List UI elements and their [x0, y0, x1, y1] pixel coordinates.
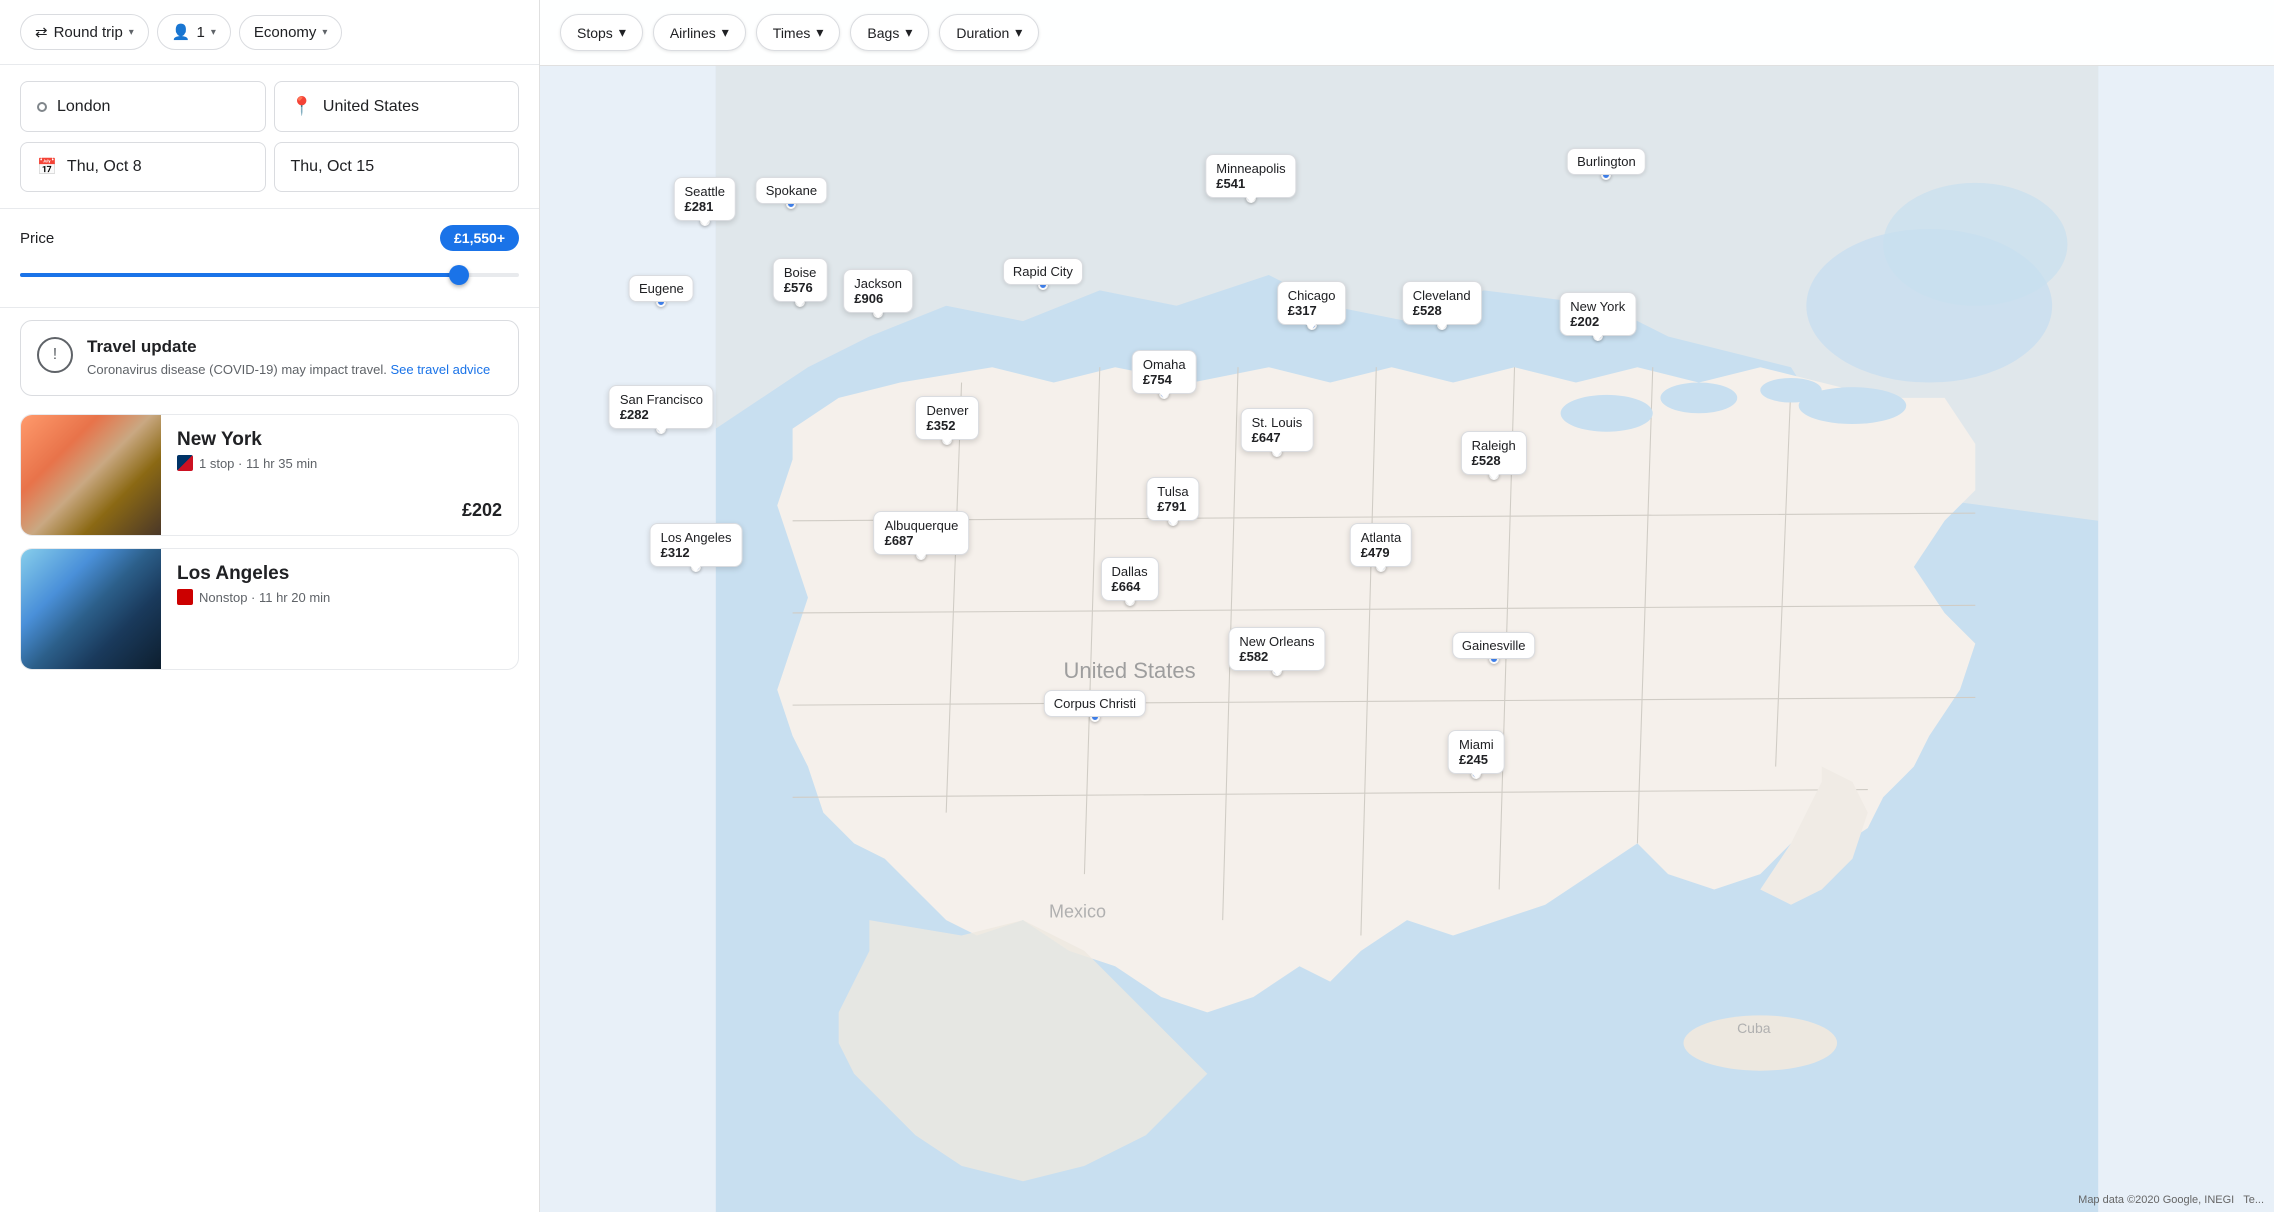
info-icon: ! [37, 337, 73, 373]
price-header: Price £1,550+ [20, 225, 519, 251]
flight-details-los-angeles: Nonstop · 11 hr 20 min [177, 589, 502, 605]
flight-city-new-york: New York [177, 429, 502, 451]
slider-thumb[interactable] [449, 265, 469, 285]
price-pin-miami[interactable]: Miami£245 [1448, 730, 1505, 774]
class-label: Economy [254, 24, 317, 41]
flight-card-los-angeles[interactable]: Los Angeles Nonstop · 11 hr 20 min [20, 548, 519, 670]
class-button[interactable]: Economy ▾ [239, 15, 343, 50]
city-label-corpus-christi[interactable]: Corpus Christi [1044, 690, 1146, 717]
city-label-burlington[interactable]: Burlington [1567, 148, 1646, 175]
city-label-spokane[interactable]: Spokane [756, 177, 827, 204]
passengers-chevron-icon: ▾ [211, 27, 216, 38]
filter-duration[interactable]: Duration ▾ [939, 14, 1039, 51]
map-background[interactable]: Seattle£281 Spokane Eugene Boise£576 Jackson… [540, 60, 2274, 1212]
roundtrip-chevron-icon: ▾ [129, 27, 134, 38]
map-panel: Stops ▾ Airlines ▾ Times ▾ Bags ▾ Durati… [540, 0, 2274, 1212]
delta-airline-icon [177, 455, 193, 471]
price-pin-new-york[interactable]: New York£202 [1559, 292, 1636, 336]
bags-chevron-icon: ▾ [905, 24, 912, 41]
price-pin-new-orleans[interactable]: New Orleans£582 [1228, 627, 1325, 671]
flight-city-los-angeles: Los Angeles [177, 563, 502, 585]
passengers-button[interactable]: 👤 1 ▾ [157, 14, 231, 50]
city-label-rapid-city[interactable]: Rapid City [1003, 258, 1083, 285]
duration-chevron-icon: ▾ [1015, 24, 1022, 41]
passengers-label: 1 [197, 24, 205, 41]
destination-pin-icon: 📍 [291, 96, 313, 117]
virgin-airline-icon [177, 589, 193, 605]
class-chevron-icon: ▾ [322, 27, 327, 38]
update-title: Travel update [87, 337, 490, 357]
origin-input[interactable]: London [20, 81, 266, 132]
slider-fill [20, 273, 459, 277]
update-content: Travel update Coronavirus disease (COVID… [87, 337, 490, 379]
depart-date-input[interactable]: 📅 Thu, Oct 8 [20, 142, 266, 192]
flight-details-new-york: 1 stop · 11 hr 35 min [177, 455, 502, 471]
price-slider[interactable] [20, 263, 519, 287]
filter-times[interactable]: Times ▾ [756, 14, 841, 51]
travel-advice-link[interactable]: See travel advice [390, 362, 490, 377]
filter-airlines[interactable]: Airlines ▾ [653, 14, 746, 51]
stops-chevron-icon: ▾ [619, 24, 626, 41]
depart-date-value: Thu, Oct 8 [67, 158, 142, 176]
slider-track [20, 273, 519, 277]
flight-meta-new-york: 1 stop · 11 hr 35 min [199, 456, 317, 471]
city-label-eugene[interactable]: Eugene [629, 275, 694, 302]
times-chevron-icon: ▾ [816, 24, 823, 41]
calendar-icon: 📅 [37, 157, 57, 177]
roundtrip-button[interactable]: ⇄ Round trip ▾ [20, 14, 149, 50]
return-date-input[interactable]: Thu, Oct 15 [274, 142, 520, 192]
flight-price-new-york: £202 [177, 500, 502, 521]
travel-update-card: ! Travel update Coronavirus disease (COV… [20, 320, 519, 396]
price-pin-albuquerque[interactable]: Albuquerque£687 [874, 511, 970, 555]
price-pins-container: Seattle£281 Spokane Eugene Boise£576 Jackson… [540, 60, 2274, 1212]
date-input-row: 📅 Thu, Oct 8 Thu, Oct 15 [20, 142, 519, 192]
price-pin-tulsa[interactable]: Tulsa£791 [1146, 477, 1199, 521]
price-pin-minneapolis[interactable]: Minneapolis£541 [1205, 154, 1296, 198]
price-pin-los-angeles[interactable]: Los Angeles£312 [650, 523, 743, 567]
flight-info-los-angeles: Los Angeles Nonstop · 11 hr 20 min [161, 549, 518, 669]
swap-icon: ⇄ [35, 23, 48, 41]
flight-info-new-york: New York 1 stop · 11 hr 35 min £202 [161, 415, 518, 535]
airlines-chevron-icon: ▾ [722, 24, 729, 41]
person-icon: 👤 [172, 23, 191, 41]
flight-meta-los-angeles: Nonstop · 11 hr 20 min [199, 590, 330, 605]
filter-stops[interactable]: Stops ▾ [560, 14, 643, 51]
city-label-gainesville[interactable]: Gainesville [1452, 632, 1536, 659]
top-bar: ⇄ Round trip ▾ 👤 1 ▾ Economy ▾ [0, 0, 539, 65]
price-pin-raleigh[interactable]: Raleigh£528 [1461, 431, 1527, 475]
left-panel: ⇄ Round trip ▾ 👤 1 ▾ Economy ▾ London 📍 … [0, 0, 540, 1212]
map-attribution: Map data ©2020 Google, INEGI Te... [2078, 1194, 2264, 1206]
flight-image-los-angeles [21, 549, 161, 669]
search-section: London 📍 United States 📅 Thu, Oct 8 Thu,… [0, 65, 539, 209]
flight-image-new-york [21, 415, 161, 535]
return-date-value: Thu, Oct 15 [291, 158, 375, 176]
price-pin-cleveland[interactable]: Cleveland£528 [1402, 281, 1482, 325]
price-pin-omaha[interactable]: Omaha£754 [1132, 350, 1197, 394]
price-pin-atlanta[interactable]: Atlanta£479 [1350, 523, 1412, 567]
destination-value: United States [323, 98, 419, 116]
price-pin-seattle[interactable]: Seattle£281 [673, 177, 735, 221]
roundtrip-label: Round trip [54, 24, 123, 41]
price-filter-section: Price £1,550+ [0, 209, 539, 308]
origin-value: London [57, 98, 110, 116]
price-pin-dallas[interactable]: Dallas£664 [1100, 557, 1158, 601]
flight-card-new-york[interactable]: New York 1 stop · 11 hr 35 min £202 [20, 414, 519, 536]
update-body: Coronavirus disease (COVID-19) may impac… [87, 361, 490, 379]
price-badge: £1,550+ [440, 225, 519, 251]
price-pin-boise[interactable]: Boise£576 [773, 258, 828, 302]
filter-bags[interactable]: Bags ▾ [850, 14, 929, 51]
price-pin-san-francisco[interactable]: San Francisco£282 [609, 385, 714, 429]
price-pin-chicago[interactable]: Chicago£317 [1277, 281, 1347, 325]
location-input-row: London 📍 United States [20, 81, 519, 132]
origin-dot-icon [37, 102, 47, 112]
map-filters-bar: Stops ▾ Airlines ▾ Times ▾ Bags ▾ Durati… [540, 0, 2274, 66]
price-pin-jackson[interactable]: Jackson£906 [843, 269, 913, 313]
destination-input[interactable]: 📍 United States [274, 81, 520, 132]
price-label: Price [20, 230, 54, 247]
price-pin-denver[interactable]: Denver£352 [916, 396, 980, 440]
price-pin-st.-louis[interactable]: St. Louis£647 [1241, 408, 1314, 452]
